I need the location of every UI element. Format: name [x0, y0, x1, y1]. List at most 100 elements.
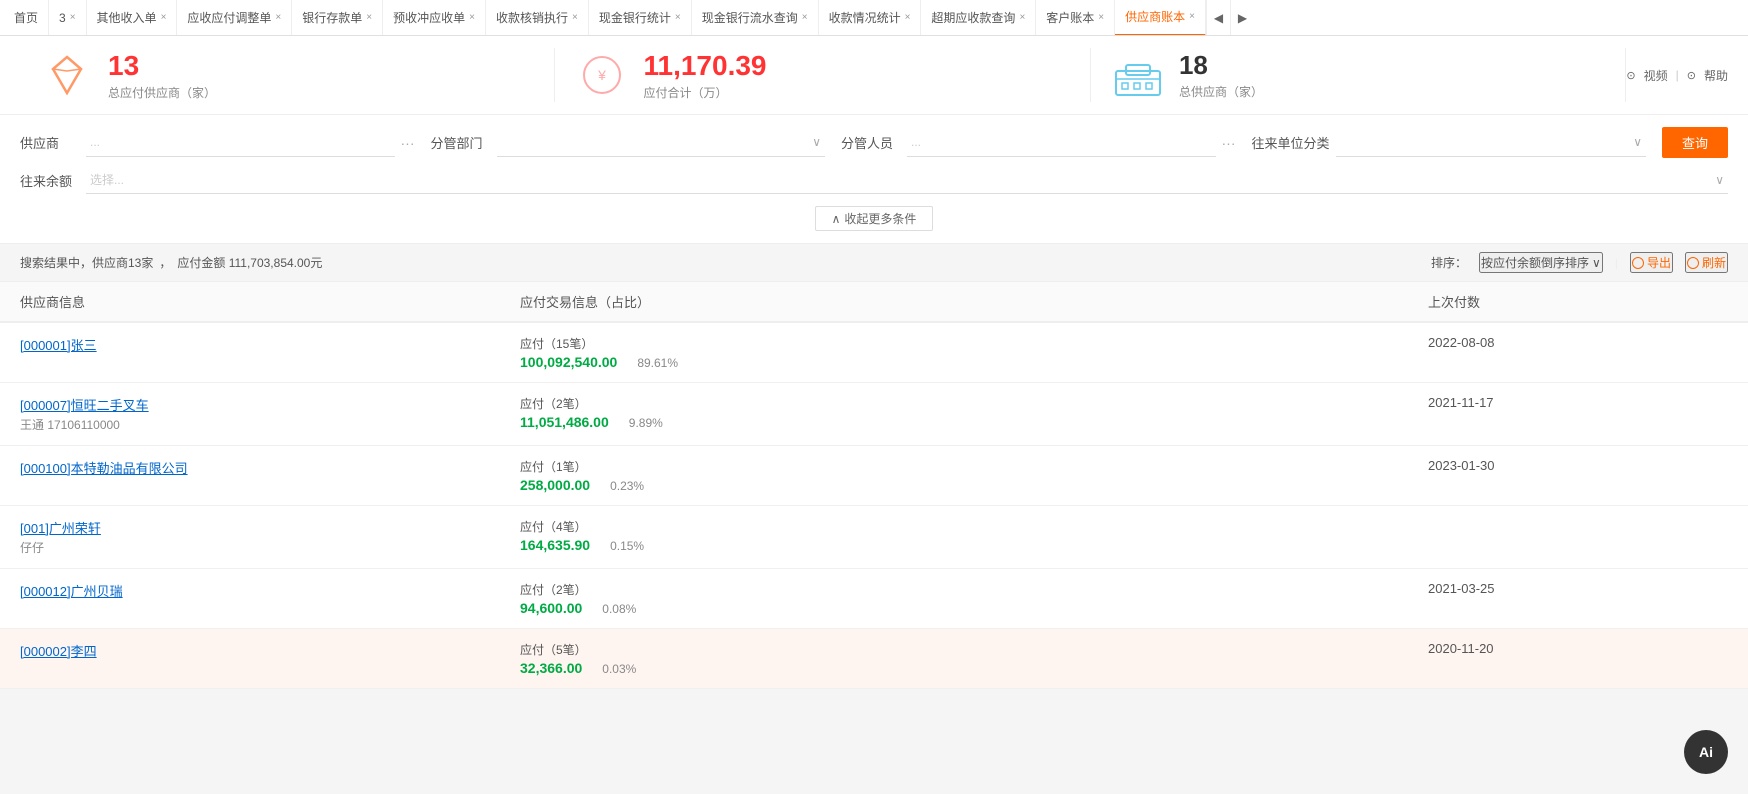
collapse-label: 收起更多条件	[844, 210, 916, 227]
circle-icon: ⊙	[1626, 69, 1635, 82]
nav-tab-prepay[interactable]: 预收冲应收单 ×	[383, 0, 486, 36]
trade-amount-3[interactable]: 164,635.90	[520, 537, 590, 553]
nav-tab-ar-ap-adjust-label: 应收应付调整单	[187, 9, 271, 26]
close-icon[interactable]: ×	[469, 12, 475, 23]
filter-row-1: 供应商 ··· 分管部门 ∨ 分管人员 ··· 往来单位分类 ∨ 查询	[20, 127, 1728, 158]
supplier-link-2[interactable]: [000100]本特勒油品有限公司	[20, 461, 188, 476]
sort-button[interactable]: 按应付余额倒序排序 ∨	[1479, 252, 1603, 273]
person-input[interactable]	[907, 129, 1216, 157]
close-icon[interactable]: ×	[161, 12, 167, 23]
refresh-label: 刷新	[1702, 254, 1726, 271]
export-label: 导出	[1647, 254, 1671, 271]
close-icon[interactable]: ×	[905, 12, 911, 23]
supplier-link-1[interactable]: [000007]恒旺二手叉车	[20, 398, 149, 413]
trade-label-5: 应付（5笔）	[520, 641, 1428, 658]
supplier-link-5[interactable]: [000002]李四	[20, 644, 97, 659]
nav-tab-collect-exec[interactable]: 收款核销执行 ×	[486, 0, 589, 36]
summary-item-ap-suppliers: 13 总应付供应商（家）	[20, 48, 555, 102]
nav-arrow-right[interactable]: ▶	[1230, 0, 1254, 36]
table-header: 供应商信息 应付交易信息（占比） 上次付数	[0, 282, 1748, 323]
trade-label-3: 应付（4笔）	[520, 518, 1428, 535]
filter-label-supplier: 供应商	[20, 133, 80, 152]
result-text-1: 搜索结果中，供应商13家	[20, 254, 153, 271]
circle-icon2: ⊙	[1687, 69, 1696, 82]
dept-select[interactable]: ∨	[497, 129, 826, 157]
supplier-link-3[interactable]: [001]广州荣轩	[20, 521, 101, 536]
trade-row-3: 164,635.90 0.15%	[520, 537, 1428, 553]
nav-tab-supplier-ledger[interactable]: 供应商账本 ×	[1115, 0, 1206, 36]
trade-row-2: 258,000.00 0.23%	[520, 477, 1428, 493]
supplier-info-5: [000002]李四	[20, 641, 520, 660]
close-icon[interactable]: ×	[675, 12, 681, 23]
nav-tab-cash-bank-flow-label: 现金银行流水查询	[702, 9, 798, 26]
trade-label-2: 应付（1笔）	[520, 458, 1428, 475]
nav-tab-home-label: 首页	[14, 9, 38, 26]
close-icon[interactable]: ×	[1189, 11, 1195, 22]
nav-tab-ar-ap-adjust[interactable]: 应收应付调整单 ×	[177, 0, 292, 36]
nav-tab-cash-bank-stat[interactable]: 现金银行统计 ×	[589, 0, 692, 36]
trade-amount-1[interactable]: 11,051,486.00	[520, 414, 609, 430]
query-button[interactable]: 查询	[1662, 127, 1728, 158]
supplier-info-1: [000007]恒旺二手叉车 王通 17106110000	[20, 395, 520, 433]
close-icon[interactable]: ×	[1019, 12, 1025, 23]
nav-tab-customer-ledger[interactable]: 客户账本 ×	[1036, 0, 1115, 36]
video-link[interactable]: 视频	[1644, 67, 1668, 84]
close-icon[interactable]: ×	[802, 12, 808, 23]
trade-label-4: 应付（2笔）	[520, 581, 1428, 598]
export-button[interactable]: 导出	[1630, 252, 1673, 273]
close-icon[interactable]: ×	[70, 12, 76, 23]
nav-tab-collect-stat[interactable]: 收款情况统计 ×	[819, 0, 922, 36]
table-row: [000002]李四 应付（5笔） 32,366.00 0.03% 2020-1…	[0, 629, 1748, 689]
close-icon[interactable]: ×	[572, 12, 578, 23]
trade-amount-2[interactable]: 258,000.00	[520, 477, 590, 493]
ai-badge[interactable]: Ai	[1684, 730, 1728, 774]
close-icon[interactable]: ×	[366, 12, 372, 23]
result-text-2: 应付金额 111,703,854.00元	[177, 254, 322, 271]
nav-tab-bank-deposit[interactable]: 银行存款单 ×	[292, 0, 383, 36]
category-select[interactable]: ∨	[1336, 129, 1646, 157]
nav-tab-prepay-label: 预收冲应收单	[393, 9, 465, 26]
dots-icon: ···	[401, 135, 415, 151]
filter-label-balance: 往来余额	[20, 171, 80, 190]
supplier-link-4[interactable]: [000012]广州贝瑞	[20, 584, 123, 599]
refresh-button[interactable]: 刷新	[1685, 252, 1728, 273]
table-row: [000100]本特勒油品有限公司 应付（1笔） 258,000.00 0.23…	[0, 446, 1748, 506]
nav-tab-overdue-ar[interactable]: 超期应收款查询 ×	[921, 0, 1036, 36]
close-icon[interactable]: ×	[275, 12, 281, 23]
col-header-trade: 应付交易信息（占比）	[520, 292, 1428, 311]
balance-select[interactable]: 选择... ∨	[86, 166, 1728, 194]
nav-tab-other-income[interactable]: 其他收入单 ×	[87, 0, 178, 36]
collapse-button[interactable]: ∧ 收起更多条件	[815, 206, 934, 231]
trade-amount-5[interactable]: 32,366.00	[520, 660, 582, 676]
collapse-bar: ∧ 收起更多条件	[20, 202, 1728, 235]
divider: |	[1676, 68, 1679, 82]
nav-tab-supplier-ledger-label: 供应商账本	[1125, 8, 1185, 25]
nav-tab-cash-bank-flow[interactable]: 现金银行流水查询 ×	[692, 0, 819, 36]
trade-row-0: 100,092,540.00 89.61%	[520, 354, 1428, 370]
trade-info-4: 应付（2笔） 94,600.00 0.08%	[520, 581, 1428, 616]
summary-label-ap-total: 应付合计（万）	[643, 84, 766, 101]
close-icon[interactable]: ×	[1098, 12, 1104, 23]
help-link[interactable]: 帮助	[1704, 67, 1728, 84]
trade-percent-1: 9.89%	[629, 416, 663, 430]
trade-row-4: 94,600.00 0.08%	[520, 600, 1428, 616]
top-right-links: ⊙ 视频 | ⊙ 帮助	[1626, 67, 1728, 84]
last-pay-4: 2021-03-25	[1428, 581, 1728, 596]
supplier-info-0: [000001]张三	[20, 335, 520, 354]
trade-info-1: 应付（2笔） 11,051,486.00 9.89%	[520, 395, 1428, 430]
trade-percent-5: 0.03%	[602, 662, 636, 676]
supplier-info-2: [000100]本特勒油品有限公司	[20, 458, 520, 477]
trade-amount-4[interactable]: 94,600.00	[520, 600, 582, 616]
sort-label: 排序：	[1431, 254, 1467, 271]
summary-bar: 13 总应付供应商（家） ¥ 11,170.39 应付合计（万）	[0, 36, 1748, 115]
trade-info-0: 应付（15笔） 100,092,540.00 89.61%	[520, 335, 1428, 370]
summary-icon-ap-total: ¥	[575, 48, 629, 102]
trade-amount-0[interactable]: 100,092,540.00	[520, 354, 617, 370]
export-circle-icon	[1632, 257, 1644, 269]
nav-tab-3[interactable]: 3 ×	[49, 0, 87, 36]
nav-tab-home[interactable]: 首页	[4, 0, 49, 36]
supplier-input[interactable]	[86, 129, 395, 157]
supplier-sub-1: 王通 17106110000	[20, 416, 520, 433]
nav-arrow-left[interactable]: ◀	[1206, 0, 1230, 36]
supplier-link-0[interactable]: [000001]张三	[20, 338, 97, 353]
